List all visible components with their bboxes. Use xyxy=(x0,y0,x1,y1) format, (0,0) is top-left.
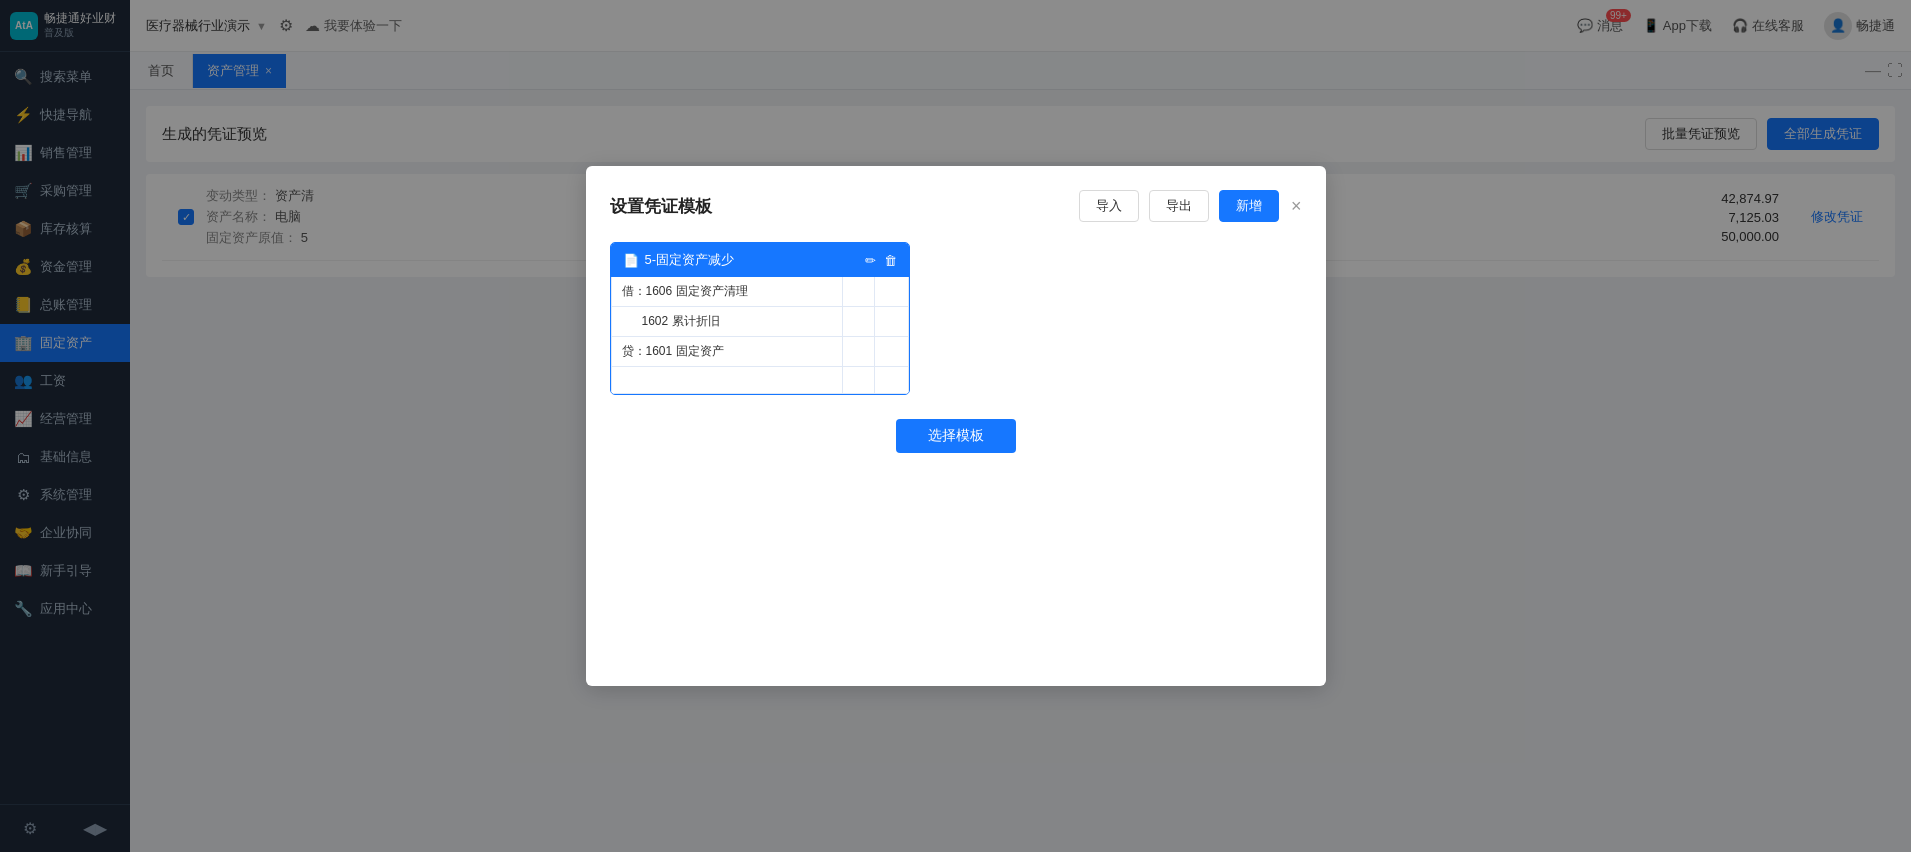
template-delete-icon[interactable]: 🗑 xyxy=(884,253,897,268)
template-row-3: 贷：1601 固定资产 xyxy=(611,337,908,367)
tmpl-type-2: 1602 累计折旧 xyxy=(611,307,842,337)
tmpl-debit-3 xyxy=(842,337,875,367)
template-card: 📄 5-固定资产减少 ✏ 🗑 借：1606 固定资产清理 xyxy=(610,242,910,395)
tmpl-credit-4 xyxy=(875,367,908,394)
template-card-body: 借：1606 固定资产清理 1602 累计折旧 贷：1601 固定资产 xyxy=(611,277,909,394)
template-row-4 xyxy=(611,367,908,394)
templates-area: 📄 5-固定资产减少 ✏ 🗑 借：1606 固定资产清理 xyxy=(610,242,1302,395)
tmpl-type-1: 借：1606 固定资产清理 xyxy=(611,277,842,307)
dialog-toolbar: 导入 导出 新增 xyxy=(1079,190,1279,222)
select-template-btn[interactable]: 选择模板 xyxy=(896,419,1016,453)
tmpl-debit-4 xyxy=(842,367,875,394)
export-btn[interactable]: 导出 xyxy=(1149,190,1209,222)
dialog-title: 设置凭证模板 xyxy=(610,195,712,218)
template-card-header: 📄 5-固定资产减少 ✏ 🗑 xyxy=(611,243,909,277)
template-doc-icon: 📄 xyxy=(623,253,639,268)
tmpl-debit-1 xyxy=(842,277,875,307)
template-header-icons: ✏ 🗑 xyxy=(865,253,897,268)
tmpl-credit-1 xyxy=(875,277,908,307)
select-template-section: 选择模板 xyxy=(610,419,1302,453)
template-row-1: 借：1606 固定资产清理 xyxy=(611,277,908,307)
tmpl-type-3: 贷：1601 固定资产 xyxy=(611,337,842,367)
template-table: 借：1606 固定资产清理 1602 累计折旧 贷：1601 固定资产 xyxy=(611,277,909,394)
dialog-header: 设置凭证模板 导入 导出 新增 × xyxy=(610,190,1302,222)
tmpl-credit-2 xyxy=(875,307,908,337)
template-header-left: 📄 5-固定资产减少 xyxy=(623,251,735,269)
template-row-2: 1602 累计折旧 xyxy=(611,307,908,337)
voucher-template-dialog: 设置凭证模板 导入 导出 新增 × 📄 5-固定资产减少 xyxy=(586,166,1326,686)
template-edit-icon[interactable]: ✏ xyxy=(865,253,876,268)
template-title: 5-固定资产减少 xyxy=(645,251,735,269)
new-template-btn[interactable]: 新增 xyxy=(1219,190,1279,222)
tmpl-credit-3 xyxy=(875,337,908,367)
tmpl-debit-2 xyxy=(842,307,875,337)
dialog-close-icon[interactable]: × xyxy=(1291,197,1302,215)
import-btn[interactable]: 导入 xyxy=(1079,190,1139,222)
dialog-overlay: 设置凭证模板 导入 导出 新增 × 📄 5-固定资产减少 xyxy=(0,0,1911,852)
tmpl-type-4 xyxy=(611,367,842,394)
